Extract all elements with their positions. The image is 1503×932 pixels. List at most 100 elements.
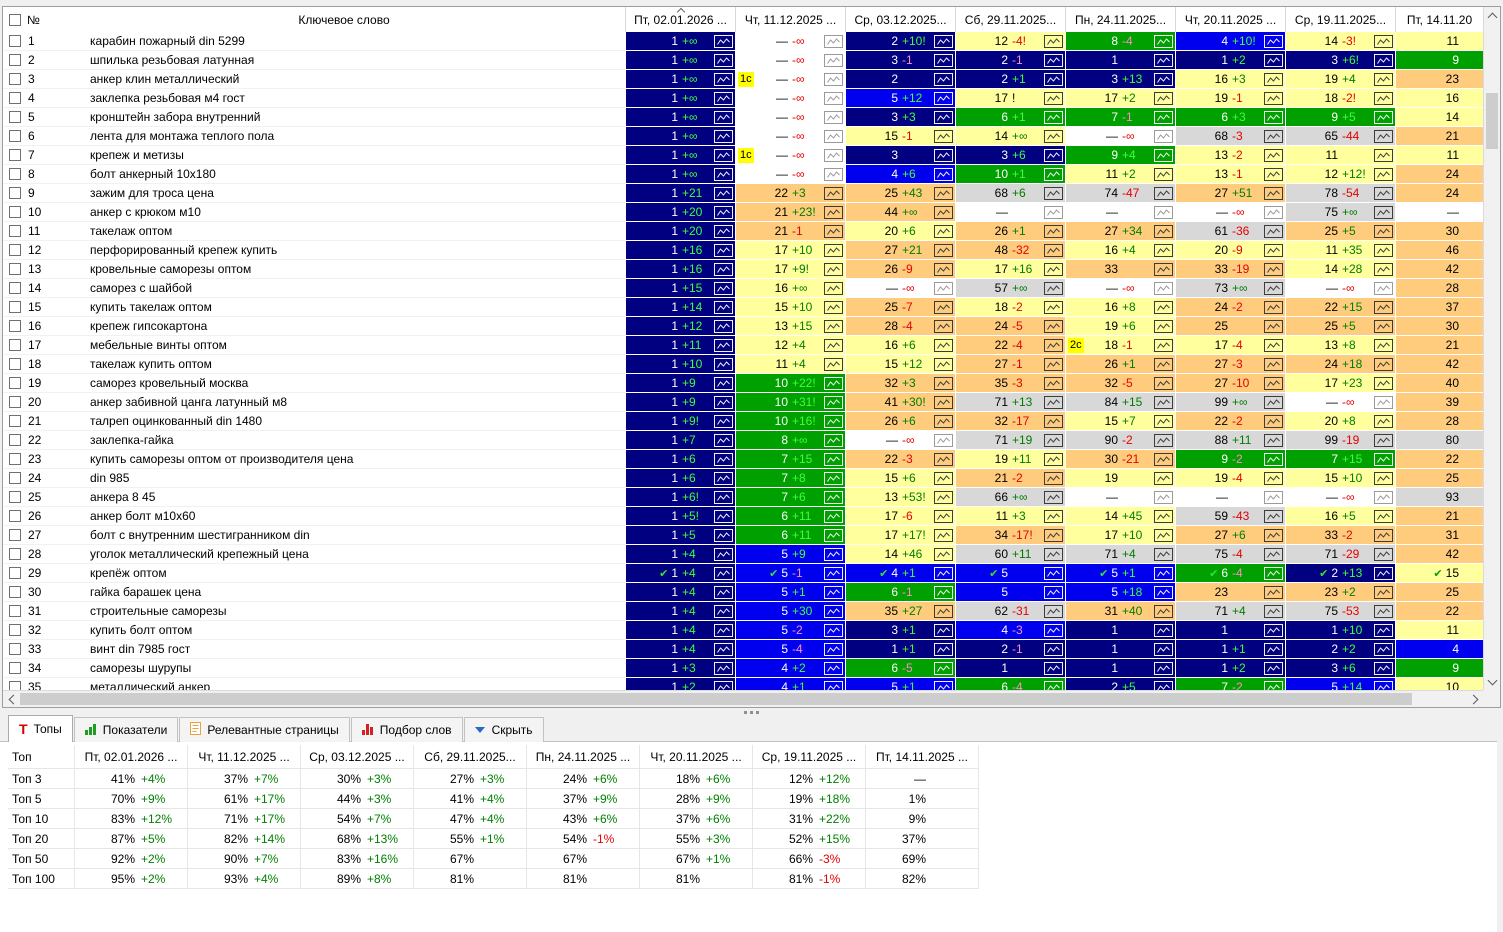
position-cell[interactable]: 1 +3 xyxy=(625,659,735,678)
position-cell[interactable]: 3 +1 xyxy=(845,621,955,640)
keyword-cell[interactable]: саморез кровельный москва xyxy=(63,374,625,393)
position-cell[interactable]: 5 +9 xyxy=(735,545,845,564)
chart-icon[interactable] xyxy=(1044,91,1063,105)
keyword-cell[interactable]: карабин пожарный din 5299 xyxy=(63,32,625,51)
chart-icon[interactable] xyxy=(1154,642,1173,656)
position-cell[interactable]: 75 -4 xyxy=(1175,545,1285,564)
position-cell[interactable]: 93 xyxy=(1395,488,1483,507)
chart-icon[interactable] xyxy=(1154,281,1173,295)
position-cell[interactable]: 5 -2 xyxy=(735,621,845,640)
position-cell[interactable]: 12 -4! xyxy=(955,32,1065,51)
position-cell[interactable]: — -∞ xyxy=(1175,203,1285,222)
position-cell[interactable]: 2 -1 xyxy=(955,640,1065,659)
position-cell[interactable]: 9 xyxy=(1395,659,1483,678)
keyword-cell[interactable]: анкер с крюком м10 xyxy=(63,203,625,222)
chart-icon[interactable] xyxy=(824,547,843,561)
position-cell[interactable]: 23 xyxy=(1175,583,1285,602)
horizontal-scroll-thumb[interactable] xyxy=(20,693,1412,705)
position-cell[interactable]: 24 +18 xyxy=(1285,355,1395,374)
row-checkbox[interactable] xyxy=(8,54,21,66)
chart-icon[interactable] xyxy=(1044,110,1063,124)
position-cell[interactable]: 21 -2 xyxy=(955,469,1065,488)
row-checkbox[interactable] xyxy=(8,586,21,598)
chart-icon[interactable] xyxy=(1264,300,1283,314)
summary-column-header[interactable]: Ср, 03.12.2025 ... xyxy=(301,745,414,768)
chart-icon[interactable] xyxy=(1154,186,1173,200)
position-cell[interactable]: ✔ 4 +1 xyxy=(845,564,955,583)
position-cell[interactable]: 60 +11 xyxy=(955,545,1065,564)
chart-icon[interactable] xyxy=(1154,224,1173,238)
row-checkbox[interactable] xyxy=(8,681,21,690)
position-cell[interactable]: 20 -9 xyxy=(1175,241,1285,260)
position-cell[interactable]: 30 xyxy=(1395,222,1483,241)
chart-icon[interactable] xyxy=(1374,205,1393,219)
position-cell[interactable]: 5 +14 xyxy=(1285,678,1395,690)
position-cell[interactable]: 15 +7 xyxy=(1065,412,1175,431)
position-cell[interactable]: 48 -32 xyxy=(955,241,1065,260)
position-cell[interactable]: 27 -1 xyxy=(955,355,1065,374)
position-cell[interactable]: 4 xyxy=(1395,640,1483,659)
position-cell[interactable]: 1 +1 xyxy=(1175,640,1285,659)
position-cell[interactable]: 34 -17! xyxy=(955,526,1065,545)
position-cell[interactable]: 4 +1 xyxy=(735,678,845,690)
position-cell[interactable]: 42 xyxy=(1395,355,1483,374)
chart-icon[interactable] xyxy=(824,623,843,637)
position-cell[interactable]: 16 +∞ xyxy=(735,279,845,298)
chart-icon[interactable] xyxy=(1374,471,1393,485)
position-cell[interactable]: 42 xyxy=(1395,260,1483,279)
position-cell[interactable]: 1 +∞ xyxy=(625,108,735,127)
position-cell[interactable]: 1 +6! xyxy=(625,488,735,507)
position-cell[interactable]: 1 +4 xyxy=(625,545,735,564)
position-cell[interactable]: 6 +11 xyxy=(735,526,845,545)
chart-icon[interactable] xyxy=(1264,262,1283,276)
keyword-cell[interactable]: уголок металлический крепежный цена xyxy=(63,545,625,564)
position-cell[interactable]: 9 +4 xyxy=(1065,146,1175,165)
position-cell[interactable]: 33 xyxy=(1065,260,1175,279)
position-cell[interactable]: 30 xyxy=(1395,317,1483,336)
chart-icon[interactable] xyxy=(1044,661,1063,675)
chart-icon[interactable] xyxy=(714,642,733,656)
keyword-cell[interactable]: купить болт оптом xyxy=(63,621,625,640)
position-cell[interactable]: 9 xyxy=(1395,51,1483,70)
row-checkbox[interactable] xyxy=(8,472,21,484)
chart-icon[interactable] xyxy=(1374,167,1393,181)
chart-icon[interactable] xyxy=(1264,53,1283,67)
chart-icon[interactable] xyxy=(1374,148,1393,162)
chart-icon[interactable] xyxy=(824,357,843,371)
chart-icon[interactable] xyxy=(934,262,953,276)
keyword-cell[interactable]: заклепка-гайка xyxy=(63,431,625,450)
chart-icon[interactable] xyxy=(934,452,953,466)
chart-icon[interactable] xyxy=(934,414,953,428)
chart-icon[interactable] xyxy=(1264,528,1283,542)
position-cell[interactable]: 13 -2 xyxy=(1175,146,1285,165)
chart-icon[interactable] xyxy=(1374,661,1393,675)
position-cell[interactable]: 11 xyxy=(1395,621,1483,640)
chart-icon[interactable] xyxy=(714,53,733,67)
position-cell[interactable]: — -∞ xyxy=(845,279,955,298)
chart-icon[interactable] xyxy=(824,566,843,580)
position-cell[interactable]: 25 xyxy=(1175,317,1285,336)
keyword-cell[interactable]: винт din 7985 гост xyxy=(63,640,625,659)
chart-icon[interactable] xyxy=(824,319,843,333)
summary-column-header[interactable]: Чт, 20.11.2025 ... xyxy=(640,745,753,768)
position-cell[interactable]: 17! xyxy=(955,89,1065,108)
keyword-cell[interactable]: шпилька резьбовая латунная xyxy=(63,51,625,70)
position-cell[interactable]: 62 -31 xyxy=(955,602,1065,621)
position-cell[interactable]: 18 -2 xyxy=(955,298,1065,317)
column-header-num[interactable]: № xyxy=(26,7,63,32)
chart-icon[interactable] xyxy=(714,471,733,485)
chart-icon[interactable] xyxy=(714,224,733,238)
column-header-date[interactable]: Пн, 24.11.2025... xyxy=(1065,7,1175,32)
position-cell[interactable]: 27 +34 xyxy=(1065,222,1175,241)
chart-icon[interactable] xyxy=(824,471,843,485)
position-cell[interactable]: 1 +∞ xyxy=(625,32,735,51)
chart-icon[interactable] xyxy=(1044,414,1063,428)
chart-icon[interactable] xyxy=(714,129,733,143)
position-cell[interactable]: 1 +2 xyxy=(1175,51,1285,70)
summary-column-header[interactable]: Пт, 14.11.2025 ... xyxy=(866,745,979,768)
chart-icon[interactable] xyxy=(1154,490,1173,504)
position-cell[interactable]: 35 +27 xyxy=(845,602,955,621)
chart-icon[interactable] xyxy=(1044,72,1063,86)
position-cell[interactable]: — -∞ xyxy=(1065,279,1175,298)
chart-icon[interactable] xyxy=(1374,452,1393,466)
